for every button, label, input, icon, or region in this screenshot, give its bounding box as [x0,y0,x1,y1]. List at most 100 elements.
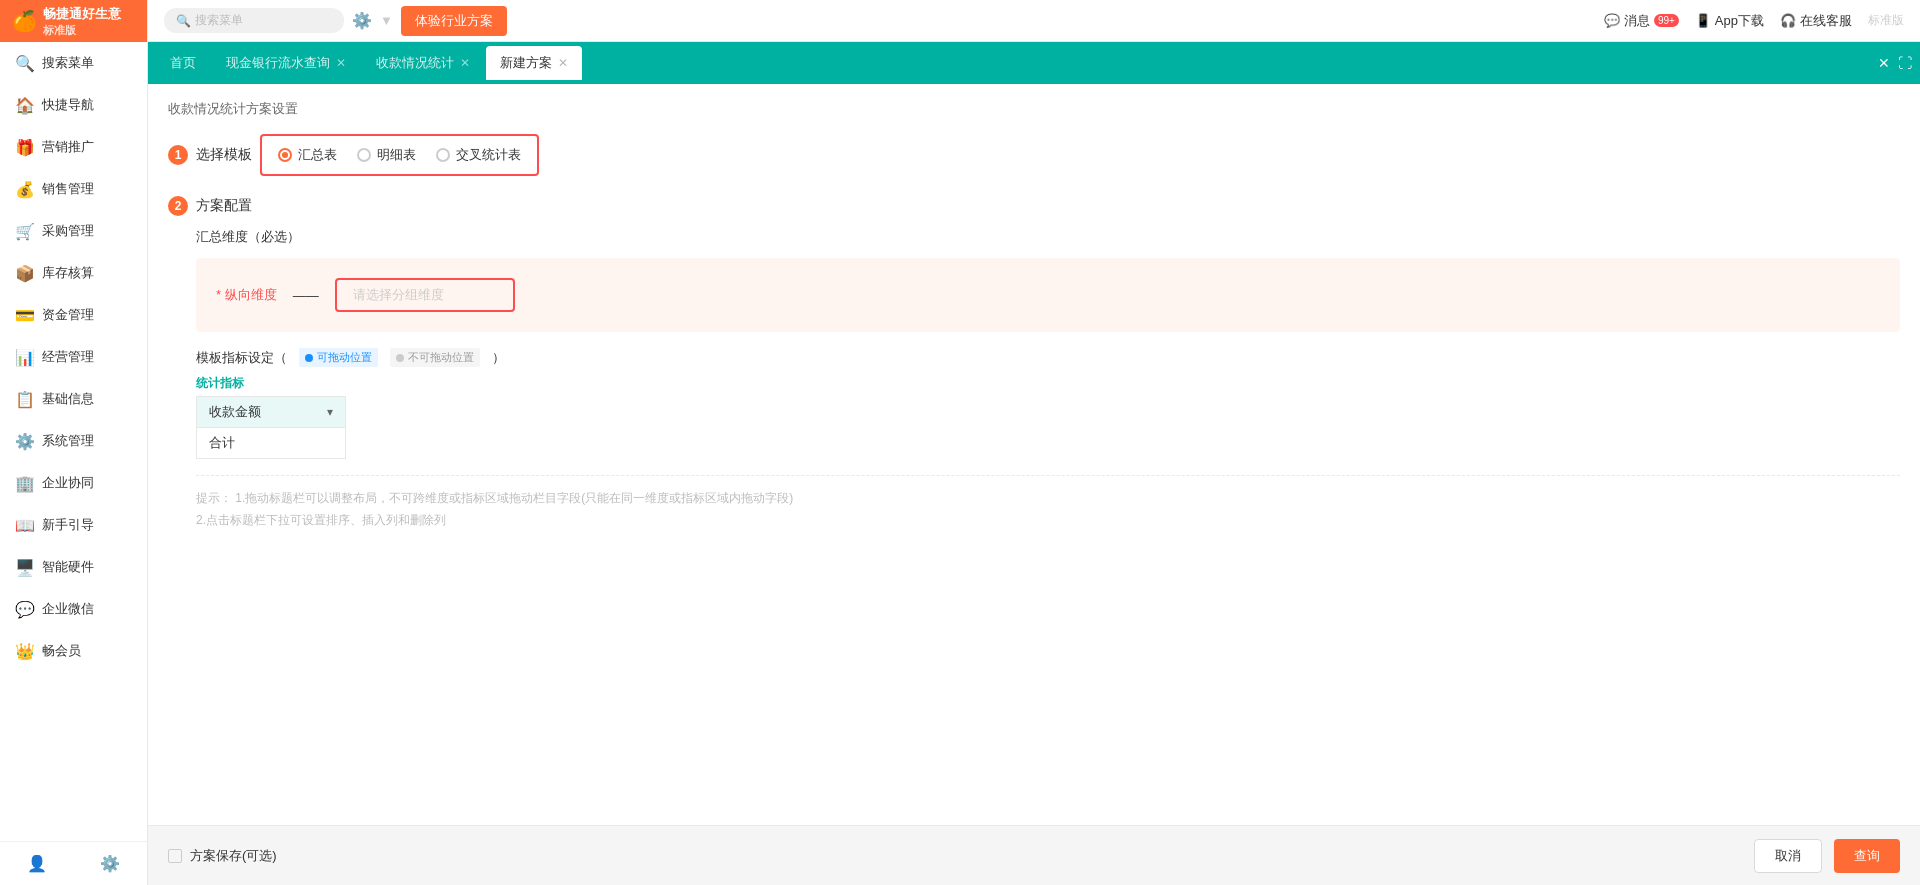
tab-cash-flow-label: 现金银行流水查询 [226,54,330,72]
header-right: 💬 消息 99+ 📱 App下载 🎧 在线客服 标准版 [1604,12,1904,30]
search-bar[interactable]: 🔍 搜索菜单 [164,8,344,33]
dimension-section-title: 汇总维度（必选） [196,228,1900,246]
sidebar: 🍊 畅捷通好生意 标准版 🔍 搜索菜单 🏠 快捷导航 🎁 营销推广 💰 销售管理… [0,0,148,885]
download-icon: 📱 [1695,13,1711,28]
tab-new-plan[interactable]: 新建方案 ✕ [486,46,582,80]
tab-cash-flow[interactable]: 现金银行流水查询 ✕ [212,46,360,80]
dimension-placeholder: 请选择分组维度 [353,287,444,302]
purchase-icon: 🛒 [16,222,34,240]
hint-section: 提示： 1.拖动标题栏可以调整布局，不可跨维度或指标区域拖动栏目字段(只能在同一… [196,475,1900,531]
stats-header-dropdown-icon[interactable]: ▾ [327,405,333,419]
home-icon: 🏠 [16,96,34,114]
tab-close-new-plan[interactable]: ✕ [558,56,568,70]
radio-dot-cross [436,148,450,162]
app-download-item[interactable]: 📱 App下载 [1695,12,1764,30]
non-draggable-label: 不可拖动位置 [408,350,474,365]
save-option[interactable]: 方案保存(可选) [168,847,277,865]
sidebar-item-wechat[interactable]: 💬 企业微信 [0,588,147,630]
wechat-icon: 💬 [16,600,34,618]
save-checkbox[interactable] [168,849,182,863]
app-download-label: App下载 [1715,12,1764,30]
tab-maximize-icon[interactable]: ⛶ [1898,55,1912,71]
settings-gear-icon[interactable]: ⚙️ [352,11,372,30]
stats-row-text: 合计 [209,435,235,450]
dimension-area: * 纵向维度 —— 请选择分组维度 [196,258,1900,332]
sidebar-bottom: 👤 ⚙️ [0,841,147,885]
sidebar-item-label: 基础信息 [42,390,94,408]
sidebar-item-operations[interactable]: 📊 经营管理 [0,336,147,378]
cancel-button[interactable]: 取消 [1754,839,1822,873]
hint-text-1: 提示： 1.拖动标题栏可以调整布局，不可跨维度或指标区域拖动栏目字段(只能在同一… [196,488,1900,510]
sidebar-item-label: 新手引导 [42,516,94,534]
search-placeholder: 搜索菜单 [195,12,243,29]
sidebar-item-system[interactable]: ⚙️ 系统管理 [0,420,147,462]
sidebar-item-basic-info[interactable]: 📋 基础信息 [0,378,147,420]
section1-header: 1 选择模板 汇总表 明细表 [168,134,1900,176]
sidebar-item-quick-nav[interactable]: 🏠 快捷导航 [0,84,147,126]
sidebar-item-purchase[interactable]: 🛒 采购管理 [0,210,147,252]
metrics-section-close: ） [492,349,505,367]
tab-bar-actions: ✕ ⛶ [1878,55,1912,71]
page-title: 收款情况统计方案设置 [168,100,1900,118]
section2-title: 方案配置 [196,197,252,215]
sidebar-item-label: 库存核算 [42,264,94,282]
notifications-item[interactable]: 💬 消息 99+ [1604,12,1679,30]
bottom-bar: 方案保存(可选) 取消 查询 [148,825,1920,885]
notifications-label: 消息 [1624,12,1650,30]
sidebar-item-member[interactable]: 👑 畅会员 [0,630,147,672]
sidebar-item-search-menu[interactable]: 🔍 搜索菜单 [0,42,147,84]
sidebar-item-marketing[interactable]: 🎁 营销推广 [0,126,147,168]
app-version: 标准版 [43,23,121,38]
non-draggable-badge: 不可拖动位置 [390,348,480,367]
tab-home[interactable]: 首页 [156,46,210,80]
sidebar-item-inventory[interactable]: 📦 库存核算 [0,252,147,294]
user-name: 标准版 [1868,12,1904,29]
sidebar-item-guide[interactable]: 📖 新手引导 [0,504,147,546]
finance-icon: 💳 [16,306,34,324]
sidebar-bottom-item-2[interactable]: ⚙️ [96,850,124,877]
trial-button[interactable]: 体验行业方案 [401,6,507,36]
member-icon: 👑 [16,642,34,660]
online-service-label: 在线客服 [1800,12,1852,30]
sidebar-item-finance[interactable]: 💳 资金管理 [0,294,147,336]
sidebar-item-label: 企业协同 [42,474,94,492]
radio-label-cross: 交叉统计表 [456,146,521,164]
stats-label: 统计指标 [196,375,1900,392]
draggable-badge: 可拖动位置 [299,348,378,367]
dimension-select-input[interactable]: 请选择分组维度 [335,278,515,312]
hint-text-2: 2.点击标题栏下拉可设置排序、插入列和删除列 [196,510,1900,532]
sidebar-item-label: 企业微信 [42,600,94,618]
radio-label-summary: 汇总表 [298,146,337,164]
sidebar-item-label: 销售管理 [42,180,94,198]
tab-close-receipt-stats[interactable]: ✕ [460,56,470,70]
dropdown-arrow-icon[interactable]: ▼ [380,13,393,28]
bottom-actions: 取消 查询 [1754,839,1900,873]
tab-close-window-icon[interactable]: ✕ [1878,55,1890,71]
query-button[interactable]: 查询 [1834,839,1900,873]
sidebar-item-hardware[interactable]: 🖥️ 智能硬件 [0,546,147,588]
tab-new-plan-label: 新建方案 [500,54,552,72]
sidebar-item-enterprise[interactable]: 🏢 企业协同 [0,462,147,504]
guide-icon: 📖 [16,516,34,534]
sidebar-item-label: 营销推广 [42,138,94,156]
tab-close-cash-flow[interactable]: ✕ [336,56,346,70]
main-area: 🔍 搜索菜单 ⚙️ ▼ 体验行业方案 💬 消息 99+ 📱 App下载 🎧 在线… [148,0,1920,885]
section1-number: 1 [168,145,188,165]
user-avatar-icon: 👤 [27,854,47,873]
sidebar-item-label: 智能硬件 [42,558,94,576]
tab-receipt-stats[interactable]: 收款情况统计 ✕ [362,46,484,80]
tab-receipt-stats-label: 收款情况统计 [376,54,454,72]
stats-table-header[interactable]: 收款金额 ▾ [197,397,345,427]
sidebar-item-sales[interactable]: 💰 销售管理 [0,168,147,210]
user-info-item[interactable]: 标准版 [1868,12,1904,29]
app-logo: 🍊 畅捷通好生意 标准版 [0,0,147,42]
radio-summary[interactable]: 汇总表 [278,146,337,164]
radio-cross[interactable]: 交叉统计表 [436,146,521,164]
search-icon: 🔍 [176,14,191,28]
sidebar-item-label: 采购管理 [42,222,94,240]
metrics-section-title: 模板指标设定（ [196,349,287,367]
radio-detail[interactable]: 明细表 [357,146,416,164]
draggable-dot [305,354,313,362]
online-service-item[interactable]: 🎧 在线客服 [1780,12,1852,30]
sidebar-bottom-item-1[interactable]: 👤 [23,850,51,877]
